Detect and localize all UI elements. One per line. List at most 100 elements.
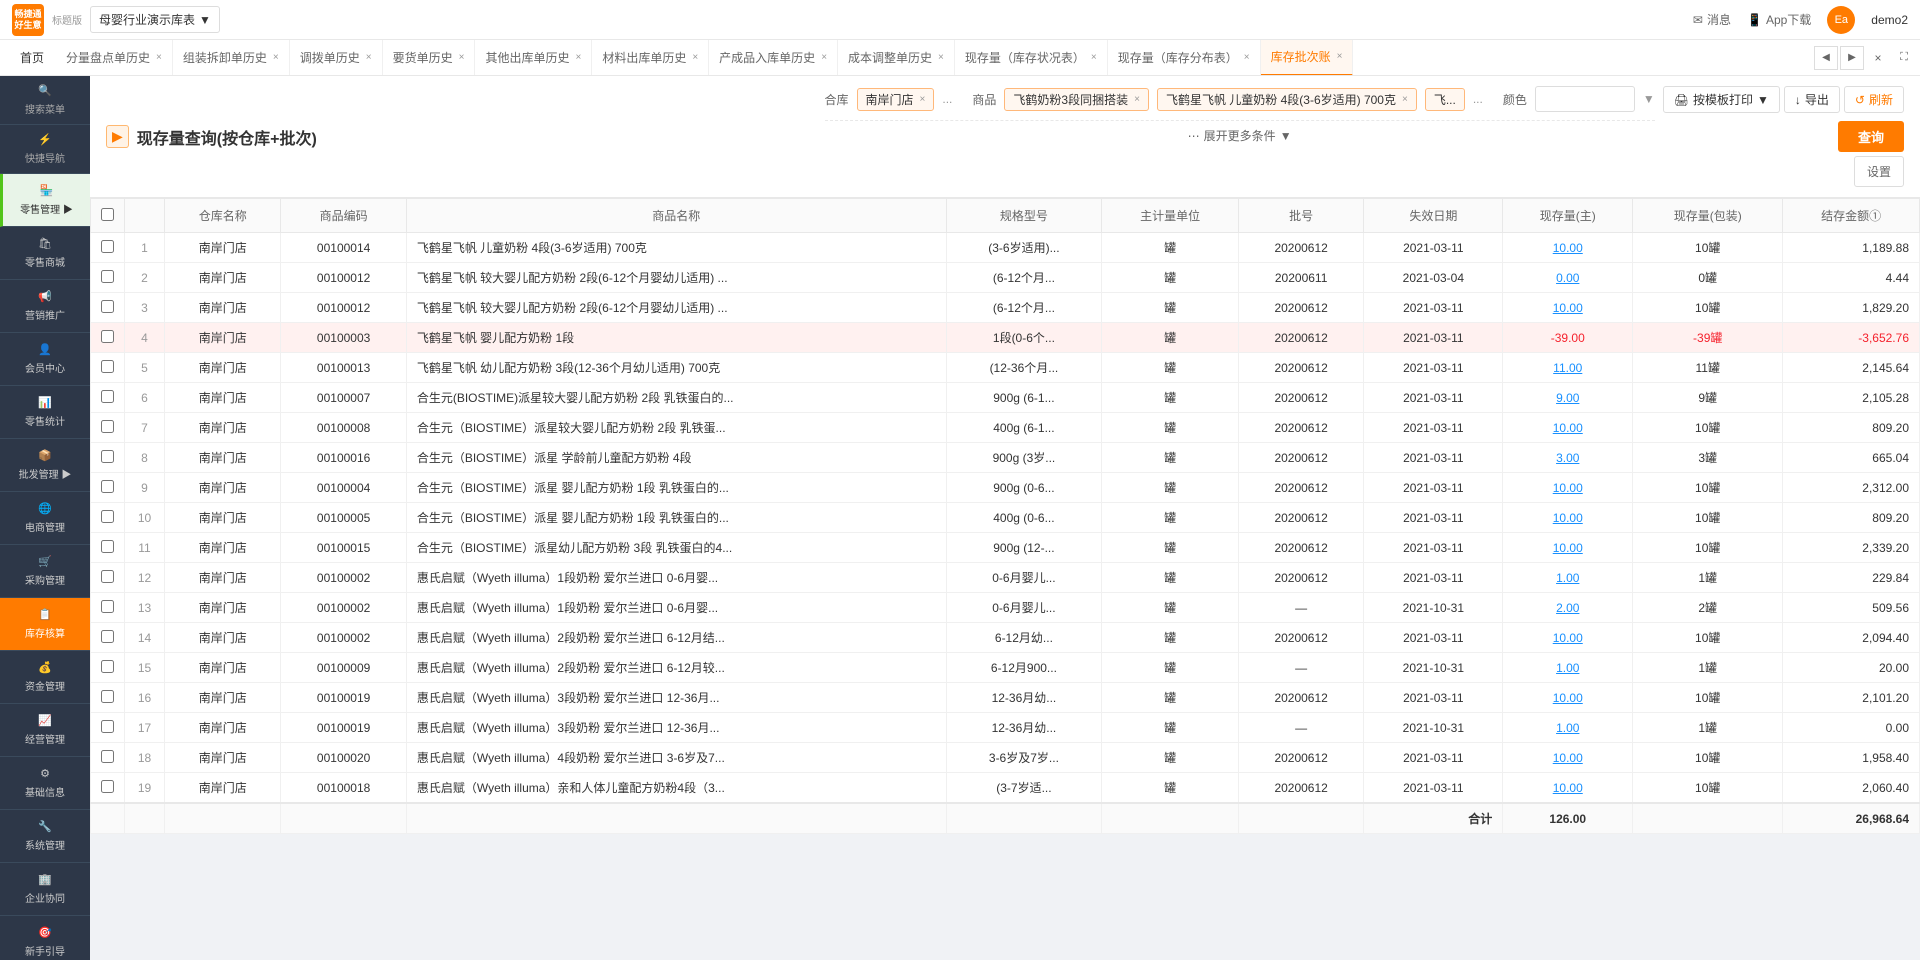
row-qty-main[interactable]: 0.00	[1503, 263, 1633, 293]
sidebar-item-basic[interactable]: ⚙ 基础信息	[0, 757, 90, 810]
query-button[interactable]: 查询	[1838, 121, 1904, 152]
tab-yaohuo-close[interactable]: ×	[459, 52, 465, 63]
template-print-button[interactable]: 🖨 按模板打印 ▼	[1663, 86, 1780, 113]
tab-next-button[interactable]: ▶	[1840, 46, 1864, 70]
sidebar-item-company[interactable]: 🏢 企业协同	[0, 863, 90, 916]
row-qty-main[interactable]: 2.00	[1503, 593, 1633, 623]
product-more[interactable]: ...	[1473, 92, 1483, 106]
row-checkbox[interactable]	[91, 773, 125, 804]
message-button[interactable]: ✉ 消息	[1693, 11, 1731, 28]
row-checkbox[interactable]	[91, 263, 125, 293]
tab-prev-button[interactable]: ◀	[1814, 46, 1838, 70]
sidebar-shortcut[interactable]: ⚡ 快捷导航	[0, 125, 90, 174]
row-qty-main[interactable]: 1.00	[1503, 563, 1633, 593]
warehouse-more[interactable]: ...	[942, 92, 952, 106]
refresh-button[interactable]: ↺ 刷新	[1844, 86, 1904, 113]
tab-close-all-button[interactable]: ×	[1866, 46, 1890, 70]
row-checkbox[interactable]	[91, 533, 125, 563]
tab-zuhe[interactable]: 组装拆卸单历史 ×	[173, 40, 290, 76]
row-qty-main[interactable]: 10.00	[1503, 683, 1633, 713]
expand-button[interactable]: ⋯ 展开更多条件 ▼	[1188, 127, 1292, 144]
product-tag1[interactable]: 飞鹤奶粉3段同捆搭装 ×	[1004, 88, 1149, 111]
product-tag2[interactable]: 飞鹤星飞帆 儿童奶粉 4段(3-6岁适用) 700克 ×	[1157, 88, 1417, 111]
sidebar-item-ecommerce[interactable]: 🌐 电商管理	[0, 492, 90, 545]
row-checkbox[interactable]	[91, 383, 125, 413]
row-checkbox[interactable]	[91, 353, 125, 383]
tab-kucun2-close[interactable]: ×	[1244, 52, 1250, 63]
row-qty-main[interactable]: 1.00	[1503, 653, 1633, 683]
sidebar-item-wholesale[interactable]: 📦 批发管理 ▶	[0, 439, 90, 492]
tab-kucunpici[interactable]: 库存批次账 ×	[1261, 40, 1354, 76]
row-qty-main[interactable]: 10.00	[1503, 473, 1633, 503]
tab-chengben[interactable]: 成本调整单历史 ×	[838, 40, 955, 76]
app-download-button[interactable]: 📱 App下载	[1747, 11, 1811, 28]
sidebar-item-purchase[interactable]: 🛒 采购管理	[0, 545, 90, 598]
tab-yaohuo[interactable]: 要货单历史 ×	[383, 40, 476, 76]
sidebar-item-operations[interactable]: 📈 经营管理	[0, 704, 90, 757]
tab-zuhe-close[interactable]: ×	[273, 52, 279, 63]
warehouse-tag[interactable]: 南岸门店 ×	[857, 88, 935, 111]
row-checkbox[interactable]	[91, 593, 125, 623]
tab-kucun2[interactable]: 现存量（库存分布表） ×	[1108, 40, 1261, 76]
sidebar-search[interactable]: 🔍 搜索菜单	[0, 76, 90, 125]
tab-fenpan-close[interactable]: ×	[156, 52, 162, 63]
row-checkbox[interactable]	[91, 623, 125, 653]
row-qty-main[interactable]: 10.00	[1503, 233, 1633, 263]
row-qty-main[interactable]: 10.00	[1503, 503, 1633, 533]
sidebar-item-retail-stats[interactable]: 📊 零售统计	[0, 386, 90, 439]
row-checkbox[interactable]	[91, 653, 125, 683]
export-button[interactable]: ↓ 导出	[1784, 86, 1840, 113]
row-qty-main[interactable]: 10.00	[1503, 773, 1633, 804]
sidebar-item-marketing[interactable]: 📢 营销推广	[0, 280, 90, 333]
product-tag1-close[interactable]: ×	[1134, 94, 1140, 105]
collapse-button[interactable]: ▶	[106, 125, 129, 148]
row-checkbox[interactable]	[91, 293, 125, 323]
row-qty-main[interactable]: 1.00	[1503, 713, 1633, 743]
row-qty-main[interactable]: 10.00	[1503, 533, 1633, 563]
row-qty-main[interactable]: 10.00	[1503, 743, 1633, 773]
warehouse-tag-close[interactable]: ×	[920, 94, 926, 105]
select-all-checkbox[interactable]	[101, 208, 114, 221]
row-checkbox[interactable]	[91, 323, 125, 353]
tab-chengpin[interactable]: 产成品入库单历史 ×	[709, 40, 838, 76]
tab-kucun1-close[interactable]: ×	[1091, 52, 1097, 63]
tab-cailiao[interactable]: 材料出库单历史 ×	[592, 40, 709, 76]
row-checkbox[interactable]	[91, 683, 125, 713]
row-qty-main[interactable]: 10.00	[1503, 623, 1633, 653]
sidebar-item-retail[interactable]: 🏪 零售管理 ▶	[0, 174, 90, 227]
row-checkbox[interactable]	[91, 413, 125, 443]
row-qty-main[interactable]: 9.00	[1503, 383, 1633, 413]
sidebar-item-finance[interactable]: 💰 资金管理	[0, 651, 90, 704]
row-checkbox[interactable]	[91, 743, 125, 773]
row-checkbox[interactable]	[91, 503, 125, 533]
row-checkbox[interactable]	[91, 443, 125, 473]
product-tag3[interactable]: 飞...	[1425, 88, 1465, 111]
tab-qita-close[interactable]: ×	[575, 52, 581, 63]
row-qty-main[interactable]: 3.00	[1503, 443, 1633, 473]
tab-qita[interactable]: 其他出库单历史 ×	[475, 40, 592, 76]
tab-fullscreen-button[interactable]: ⛶	[1892, 46, 1916, 70]
row-qty-main[interactable]: 10.00	[1503, 293, 1633, 323]
tab-home[interactable]: 首页	[8, 40, 56, 76]
org-selector[interactable]: 母婴行业演示库表 ▼	[90, 6, 220, 33]
tab-fenpan[interactable]: 分量盘点单历史 ×	[56, 40, 173, 76]
settings-button[interactable]: 设置	[1854, 156, 1904, 187]
avatar[interactable]: Ea	[1827, 6, 1855, 34]
tab-cailiao-close[interactable]: ×	[692, 52, 698, 63]
row-checkbox[interactable]	[91, 473, 125, 503]
row-checkbox[interactable]	[91, 563, 125, 593]
tab-kucun1[interactable]: 现存量（库存状况表） ×	[955, 40, 1108, 76]
row-qty-main[interactable]: -39.00	[1503, 323, 1633, 353]
tab-tiaobo-close[interactable]: ×	[366, 52, 372, 63]
row-checkbox[interactable]	[91, 713, 125, 743]
sidebar-item-retail-shop[interactable]: 🛍 零售商城	[0, 227, 90, 280]
sidebar-item-system[interactable]: 🔧 系统管理	[0, 810, 90, 863]
tab-tiaobo[interactable]: 调拨单历史 ×	[290, 40, 383, 76]
product-tag2-close[interactable]: ×	[1402, 94, 1408, 105]
sidebar-item-members[interactable]: 👤 会员中心	[0, 333, 90, 386]
sidebar-item-guide[interactable]: 🎯 新手引导	[0, 916, 90, 960]
row-checkbox[interactable]	[91, 233, 125, 263]
tab-chengpin-close[interactable]: ×	[821, 52, 827, 63]
tab-chengben-close[interactable]: ×	[938, 52, 944, 63]
sidebar-item-inventory[interactable]: 📋 库存核算	[0, 598, 90, 651]
